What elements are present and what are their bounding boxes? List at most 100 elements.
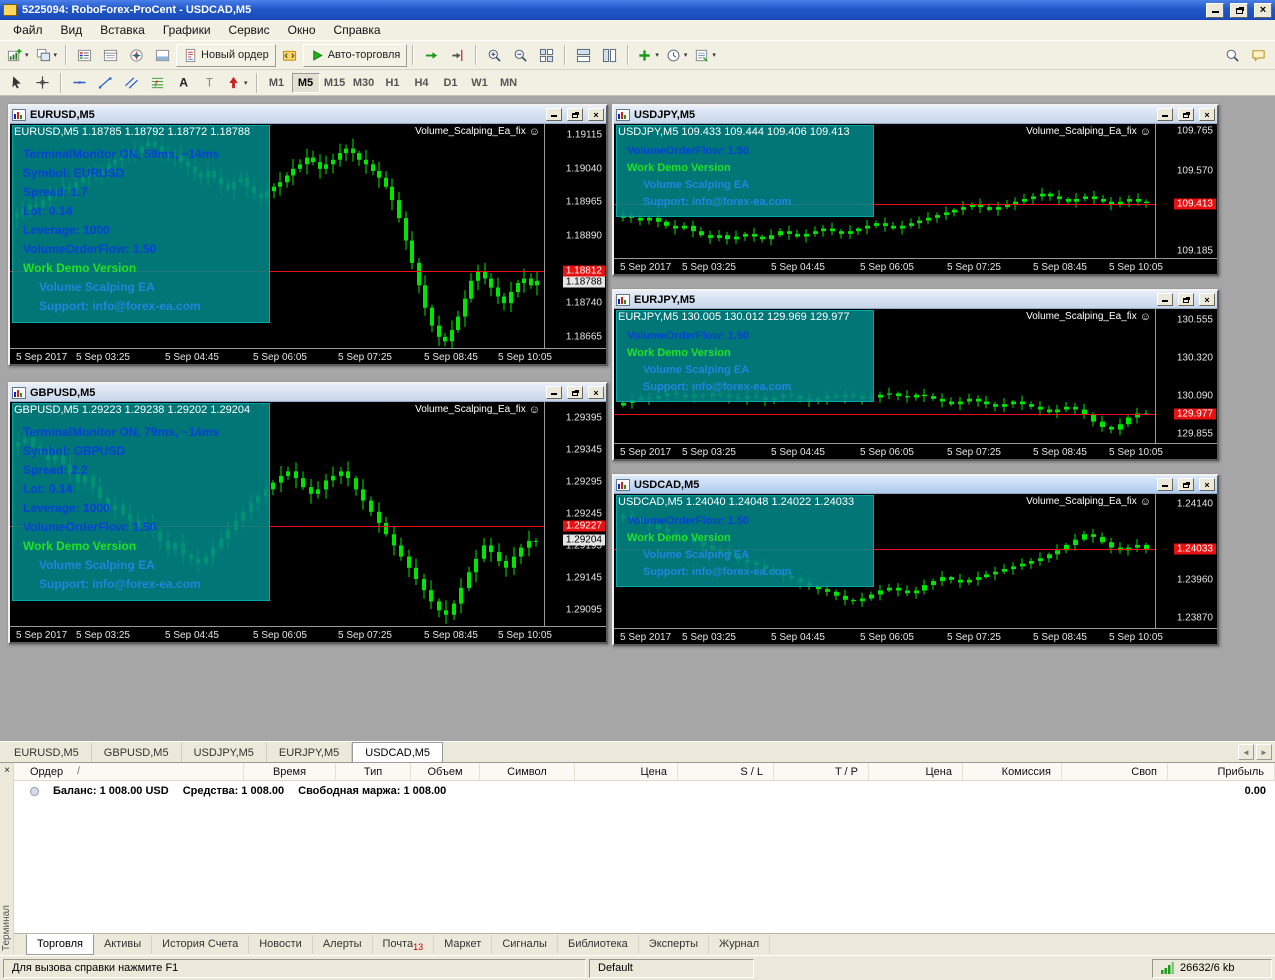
horizontal-line-tool[interactable] xyxy=(67,72,92,94)
tab-scroll-left-button[interactable]: ◄ xyxy=(1238,744,1254,760)
window-close-button[interactable]: × xyxy=(1254,2,1272,18)
autoscroll-toggle[interactable] xyxy=(419,44,444,67)
timeframe-w1[interactable]: W1 xyxy=(466,73,494,93)
chart-tab-usdcad[interactable]: USDCAD,M5 xyxy=(352,742,444,763)
menu-file[interactable]: Файл xyxy=(4,21,52,39)
chart-window-titlebar[interactable]: USDCAD,M5 × xyxy=(614,476,1217,494)
chart-close-button[interactable]: × xyxy=(1199,293,1215,306)
metaeditor-button[interactable] xyxy=(277,44,302,67)
zoom-in-button[interactable] xyxy=(482,44,507,67)
autotrading-toggle[interactable]: Авто-торговля xyxy=(302,43,408,67)
zoom-out-button[interactable] xyxy=(508,44,533,67)
menu-tools[interactable]: Сервис xyxy=(220,21,279,39)
chart-close-button[interactable]: × xyxy=(588,108,604,121)
navigator-toggle[interactable] xyxy=(124,44,149,67)
tab-scroll-right-button[interactable]: ► xyxy=(1256,744,1272,760)
tab-mailbox[interactable]: Почта13 xyxy=(373,935,435,954)
chart-restore-button[interactable] xyxy=(567,108,583,121)
col-tp-header[interactable]: T / P xyxy=(774,763,869,780)
status-connection-indicator[interactable]: 26632/6 kb xyxy=(1152,958,1272,978)
profiles-button[interactable]: ▾ xyxy=(33,44,61,67)
crosshair-tool[interactable] xyxy=(30,72,55,94)
ea-smiley-icon[interactable]: ☺ xyxy=(529,126,540,137)
chart-minimize-button[interactable] xyxy=(546,386,562,399)
tab-experts[interactable]: Эксперты xyxy=(639,935,710,954)
arrows-tool[interactable]: ▾ xyxy=(223,72,251,94)
timeframe-h1[interactable]: H1 xyxy=(379,73,407,93)
tab-library[interactable]: Библиотека xyxy=(558,935,639,954)
col-type-header[interactable]: Тип xyxy=(336,763,411,780)
col-open-price-header[interactable]: Цена xyxy=(575,763,678,780)
tab-exposure[interactable]: Активы xyxy=(94,935,153,954)
menu-window[interactable]: Окно xyxy=(279,21,325,39)
cursor-tool[interactable] xyxy=(4,72,29,94)
chart-restore-button[interactable] xyxy=(1178,293,1194,306)
timeframe-m15[interactable]: M15 xyxy=(321,73,349,93)
timeframe-m5[interactable]: M5 xyxy=(291,72,320,93)
col-volume-header[interactable]: Объем xyxy=(411,763,480,780)
trendline-tool[interactable] xyxy=(93,72,118,94)
timeframe-h4[interactable]: H4 xyxy=(408,73,436,93)
col-symbol-header[interactable]: Символ xyxy=(480,763,575,780)
new-order-button[interactable]: Новый ордер xyxy=(176,43,276,67)
menu-view[interactable]: Вид xyxy=(52,21,92,39)
col-order-header[interactable]: Ордер / xyxy=(14,763,244,780)
col-commission-header[interactable]: Комиссия xyxy=(963,763,1062,780)
tab-alerts[interactable]: Алерты xyxy=(313,935,373,954)
chart-shift-toggle[interactable] xyxy=(445,44,470,67)
chart-close-button[interactable]: × xyxy=(1199,478,1215,491)
community-button[interactable] xyxy=(1246,44,1271,67)
timeframe-m30[interactable]: M30 xyxy=(350,73,378,93)
market-watch-toggle[interactable] xyxy=(72,44,97,67)
window-minimize-button[interactable] xyxy=(1206,2,1224,18)
chart-window-gbpusd[interactable]: GBPUSD,M5 × TerminalMonitor ON, 79ms, ~14m… xyxy=(8,382,608,644)
tile-windows-button[interactable] xyxy=(534,44,559,67)
tab-trade[interactable]: Торговля xyxy=(26,934,94,955)
col-current-price-header[interactable]: Цена xyxy=(869,763,963,780)
col-time-header[interactable]: Время xyxy=(244,763,336,780)
chart-minimize-button[interactable] xyxy=(546,108,562,121)
chart-tab-eurusd[interactable]: EURUSD,M5 xyxy=(2,743,92,762)
chart-window-usdcad[interactable]: USDCAD,M5 × VolumeOrderFlow: 1.50 Work Demo… xyxy=(612,474,1219,646)
tab-journal[interactable]: Журнал xyxy=(709,935,771,954)
tab-market[interactable]: Маркет xyxy=(434,935,493,954)
chart-minimize-button[interactable] xyxy=(1157,293,1173,306)
timeframe-mn[interactable]: MN xyxy=(495,73,523,93)
tile-vertical-button[interactable] xyxy=(597,44,622,67)
terminal-toggle[interactable] xyxy=(150,44,175,67)
menu-charts[interactable]: Графики xyxy=(154,21,220,39)
label-tool[interactable]: T xyxy=(197,72,222,94)
window-restore-button[interactable] xyxy=(1230,2,1248,18)
terminal-close-icon[interactable]: × xyxy=(1,765,13,777)
chart-window-eurusd[interactable]: EURUSD,M5 × TerminalMonitor ON, 59ms, ~14m… xyxy=(8,104,608,366)
menu-insert[interactable]: Вставка xyxy=(91,21,154,39)
ea-smiley-icon[interactable]: ☺ xyxy=(1140,311,1151,322)
col-swap-header[interactable]: Своп xyxy=(1062,763,1168,780)
fibonacci-tool[interactable]: f xyxy=(145,72,170,94)
periods-button[interactable]: ▾ xyxy=(663,44,691,67)
menu-help[interactable]: Справка xyxy=(325,21,390,39)
channel-tool[interactable] xyxy=(119,72,144,94)
timeframe-d1[interactable]: D1 xyxy=(437,73,465,93)
chart-tab-usdjpy[interactable]: USDJPY,M5 xyxy=(182,743,267,762)
chart-minimize-button[interactable] xyxy=(1157,108,1173,121)
ea-smiley-icon[interactable]: ☺ xyxy=(529,404,540,415)
status-profile-selector[interactable]: Default xyxy=(589,958,754,978)
chart-restore-button[interactable] xyxy=(567,386,583,399)
templates-button[interactable]: ▾ xyxy=(691,44,719,67)
chart-window-titlebar[interactable]: USDJPY,M5 × xyxy=(614,106,1217,124)
chart-minimize-button[interactable] xyxy=(1157,478,1173,491)
chart-window-usdjpy[interactable]: USDJPY,M5 × VolumeOrderFlow: 1.50 Work Demo… xyxy=(612,104,1219,276)
new-chart-button[interactable]: ▾ xyxy=(4,44,32,67)
tab-news[interactable]: Новости xyxy=(249,935,313,954)
chart-tab-gbpusd[interactable]: GBPUSD,M5 xyxy=(92,743,182,762)
chart-window-eurjpy[interactable]: EURJPY,M5 × VolumeOrderFlow: 1.50 Work Demo… xyxy=(612,289,1219,461)
ea-smiley-icon[interactable]: ☺ xyxy=(1140,496,1151,507)
chart-window-titlebar[interactable]: EURUSD,M5 × xyxy=(10,106,606,124)
col-profit-header[interactable]: Прибыль xyxy=(1168,763,1275,780)
col-sl-header[interactable]: S / L xyxy=(678,763,774,780)
chart-tab-eurjpy[interactable]: EURJPY,M5 xyxy=(267,743,353,762)
search-button[interactable] xyxy=(1220,44,1245,67)
chart-restore-button[interactable] xyxy=(1178,108,1194,121)
text-tool[interactable]: A xyxy=(171,72,196,94)
